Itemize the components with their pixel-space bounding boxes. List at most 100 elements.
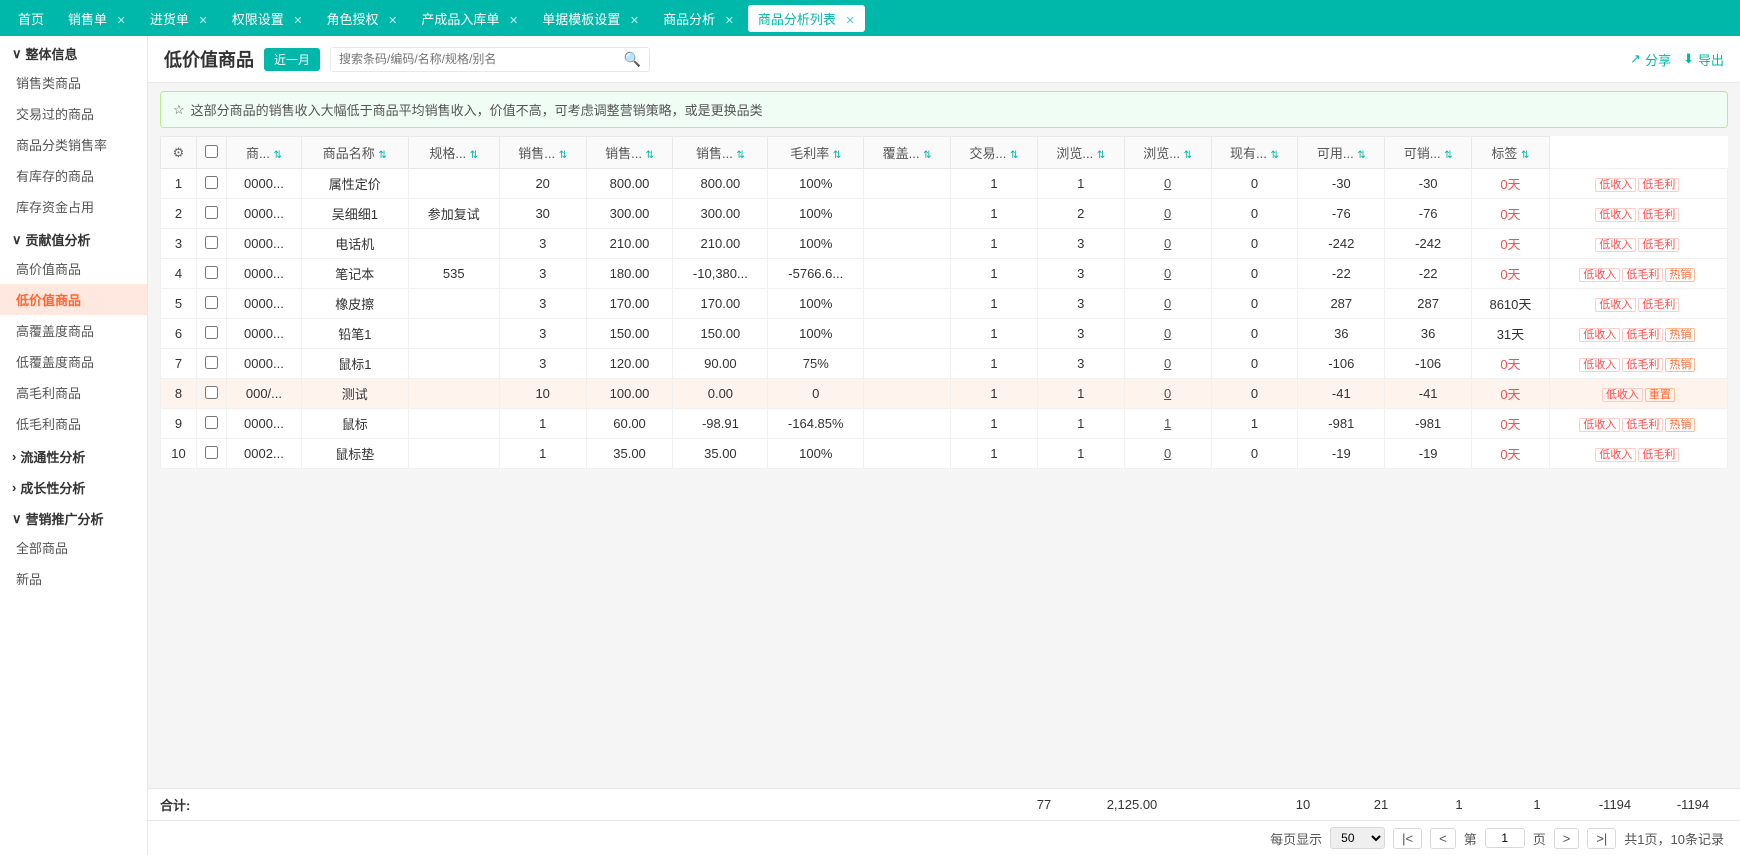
col-spec[interactable]: 规格... ⇅ <box>408 137 499 169</box>
col-avail[interactable]: 可用... ⇅ <box>1298 137 1385 169</box>
row-checkbox[interactable] <box>205 446 218 459</box>
cell-checkbox[interactable] <box>197 259 227 289</box>
close-role-icon[interactable]: ✕ <box>388 15 397 27</box>
cell-view1[interactable]: 0 <box>1124 349 1211 379</box>
sidebar-item-high-profit[interactable]: 高毛利商品 <box>0 377 147 408</box>
cell-view1[interactable]: 0 <box>1124 319 1211 349</box>
close-analysis-icon[interactable]: ✕ <box>725 15 734 27</box>
prev-page-btn[interactable]: < <box>1430 828 1456 849</box>
cell-checkbox[interactable] <box>197 439 227 469</box>
col-sales2[interactable]: 销售... ⇅ <box>673 137 768 169</box>
view-link[interactable]: 0 <box>1164 356 1171 371</box>
sidebar-item-sales-products[interactable]: 销售类商品 <box>0 67 147 98</box>
cell-view1[interactable]: 0 <box>1124 229 1211 259</box>
page-input[interactable] <box>1485 828 1525 848</box>
export-btn[interactable]: ⬇ 导出 <box>1683 50 1724 69</box>
nav-inventory[interactable]: 产成品入库单 ✕ <box>411 5 528 32</box>
row-checkbox[interactable] <box>205 266 218 279</box>
row-checkbox[interactable] <box>205 296 218 309</box>
sidebar-item-all-products[interactable]: 全部商品 <box>0 532 147 563</box>
cell-view1[interactable]: 0 <box>1124 259 1211 289</box>
close-sales-icon[interactable]: ✕ <box>117 15 126 27</box>
cell-view1[interactable]: 1 <box>1124 409 1211 439</box>
nav-sales[interactable]: 销售单 ✕ <box>58 5 136 32</box>
sidebar-item-high-coverage[interactable]: 高覆盖度商品 <box>0 315 147 346</box>
sidebar-section-contribution[interactable]: ∨ 贡献值分析 <box>0 222 147 253</box>
search-input[interactable] <box>339 52 624 66</box>
row-checkbox[interactable] <box>205 386 218 399</box>
sidebar-section-marketing[interactable]: ∨ 营销推广分析 <box>0 501 147 532</box>
nav-role[interactable]: 角色授权 ✕ <box>317 5 408 32</box>
nav-template[interactable]: 单据模板设置 ✕ <box>532 5 649 32</box>
cell-view1[interactable]: 0 <box>1124 169 1211 199</box>
sidebar-item-low-profit[interactable]: 低毛利商品 <box>0 408 147 439</box>
nav-analysis[interactable]: 商品分析 ✕ <box>653 5 744 32</box>
nav-home[interactable]: 首页 <box>8 5 54 32</box>
col-trade[interactable]: 交易... ⇅ <box>951 137 1038 169</box>
sidebar-item-traded[interactable]: 交易过的商品 <box>0 98 147 129</box>
cell-checkbox[interactable] <box>197 289 227 319</box>
sidebar-item-stock-fund[interactable]: 库存资金占用 <box>0 191 147 222</box>
view-link[interactable]: 0 <box>1164 206 1171 221</box>
select-all-checkbox[interactable] <box>205 145 218 158</box>
view-link[interactable]: 0 <box>1164 446 1171 461</box>
cell-checkbox[interactable] <box>197 199 227 229</box>
last-page-btn[interactable]: >| <box>1587 828 1616 849</box>
col-stock[interactable]: 现有... ⇅ <box>1211 137 1298 169</box>
cell-checkbox[interactable] <box>197 379 227 409</box>
nav-analysis-list[interactable]: 商品分析列表 ✕ <box>748 5 865 32</box>
col-select-all[interactable] <box>197 137 227 169</box>
nav-permission[interactable]: 权限设置 ✕ <box>222 5 313 32</box>
cell-view1[interactable]: 0 <box>1124 439 1211 469</box>
row-checkbox[interactable] <box>205 356 218 369</box>
view-link[interactable]: 0 <box>1164 266 1171 281</box>
row-checkbox[interactable] <box>205 326 218 339</box>
col-settings[interactable]: ⚙ <box>161 137 197 169</box>
first-page-btn[interactable]: |< <box>1393 828 1422 849</box>
view-link[interactable]: 0 <box>1164 296 1171 311</box>
next-page-btn[interactable]: > <box>1554 828 1580 849</box>
close-template-icon[interactable]: ✕ <box>630 15 639 27</box>
cell-checkbox[interactable] <box>197 409 227 439</box>
close-purchase-icon[interactable]: ✕ <box>198 15 207 27</box>
sidebar-item-in-stock[interactable]: 有库存的商品 <box>0 160 147 191</box>
view-link[interactable]: 0 <box>1164 386 1171 401</box>
sidebar-section-overall[interactable]: ∨ 整体信息 <box>0 36 147 67</box>
view-link[interactable]: 0 <box>1164 326 1171 341</box>
close-inventory-icon[interactable]: ✕ <box>509 15 518 27</box>
col-view1[interactable]: 浏览... ⇅ <box>1037 137 1124 169</box>
col-view2[interactable]: 浏览... ⇅ <box>1124 137 1211 169</box>
sidebar-item-low-coverage[interactable]: 低覆盖度商品 <box>0 346 147 377</box>
row-checkbox[interactable] <box>205 206 218 219</box>
col-sales1[interactable]: 销售... ⇅ <box>586 137 673 169</box>
page-size-select[interactable]: 50 100 200 <box>1330 827 1385 849</box>
row-checkbox[interactable] <box>205 176 218 189</box>
close-permission-icon[interactable]: ✕ <box>293 15 302 27</box>
col-sellable[interactable]: 可销... ⇅ <box>1385 137 1472 169</box>
col-gross[interactable]: 毛利率 ⇅ <box>768 137 864 169</box>
row-checkbox[interactable] <box>205 236 218 249</box>
cell-view1[interactable]: 0 <box>1124 379 1211 409</box>
share-btn[interactable]: ↗ 分享 <box>1630 50 1671 69</box>
cell-view1[interactable]: 0 <box>1124 289 1211 319</box>
row-checkbox[interactable] <box>205 416 218 429</box>
cell-checkbox[interactable] <box>197 349 227 379</box>
view-link[interactable]: 0 <box>1164 236 1171 251</box>
col-coverage[interactable]: 覆盖... ⇅ <box>864 137 951 169</box>
cell-view1[interactable]: 0 <box>1124 199 1211 229</box>
sidebar-section-circulation[interactable]: › 流通性分析 <box>0 439 147 470</box>
col-code[interactable]: 商... ⇅ <box>227 137 302 169</box>
col-name[interactable]: 商品名称 ⇅ <box>301 137 408 169</box>
col-qty[interactable]: 销售... ⇅ <box>499 137 586 169</box>
col-tags[interactable]: 标签 ⇅ <box>1472 137 1550 169</box>
cell-checkbox[interactable] <box>197 169 227 199</box>
sidebar-section-growth[interactable]: › 成长性分析 <box>0 470 147 501</box>
sidebar-item-low-value[interactable]: 低价值商品 <box>0 284 147 315</box>
sidebar-item-category-rate[interactable]: 商品分类销售率 <box>0 129 147 160</box>
close-analysis-list-icon[interactable]: ✕ <box>846 15 855 27</box>
sidebar-item-high-value[interactable]: 高价值商品 <box>0 253 147 284</box>
filter-recent-btn[interactable]: 近一月 <box>264 48 320 71</box>
view-link[interactable]: 1 <box>1164 416 1171 431</box>
cell-checkbox[interactable] <box>197 229 227 259</box>
cell-checkbox[interactable] <box>197 319 227 349</box>
